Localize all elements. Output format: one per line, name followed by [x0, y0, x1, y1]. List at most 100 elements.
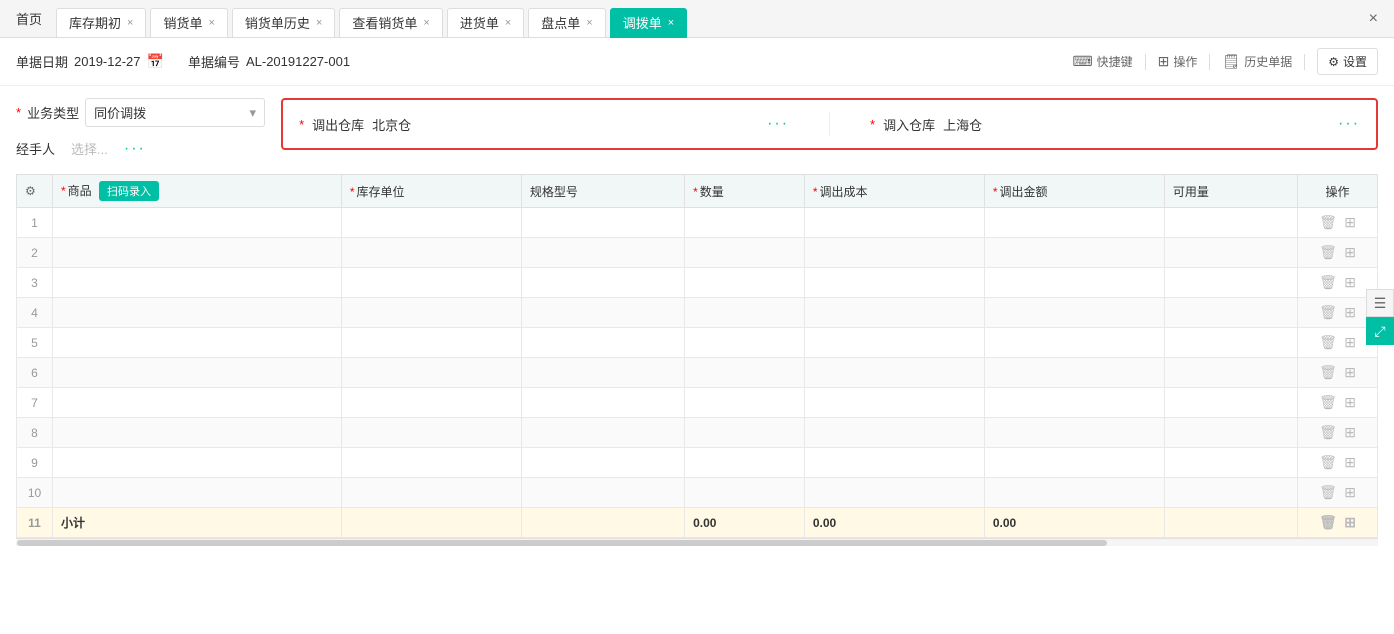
tab-purchase[interactable]: 进货单 × — [447, 8, 524, 38]
product-cell-5[interactable] — [53, 328, 342, 358]
available-cell-8[interactable] — [1164, 418, 1297, 448]
unit-cell-8[interactable] — [341, 418, 521, 448]
copy-icon-4[interactable]: ⊞ — [1344, 304, 1356, 320]
amount-cell-8[interactable] — [984, 418, 1164, 448]
tab-close-sales-history[interactable]: × — [316, 17, 322, 29]
available-cell-2[interactable] — [1164, 238, 1297, 268]
qty-cell-1[interactable] — [685, 208, 805, 238]
copy-icon-9[interactable]: ⊞ — [1344, 454, 1356, 470]
calendar-icon[interactable]: 📅 — [147, 53, 164, 70]
delete-icon-10[interactable]: 🗑 — [1319, 484, 1337, 500]
cost-cell-4[interactable] — [804, 298, 984, 328]
qty-cell-6[interactable] — [685, 358, 805, 388]
tab-close-inventory[interactable]: × — [127, 17, 133, 29]
person-more-button[interactable]: ··· — [124, 140, 146, 158]
unit-cell-6[interactable] — [341, 358, 521, 388]
product-cell-4[interactable] — [53, 298, 342, 328]
tab-close-purchase[interactable]: × — [505, 17, 511, 29]
product-cell-1[interactable] — [53, 208, 342, 238]
delete-icon-11[interactable]: 🗑 — [1319, 514, 1337, 530]
delete-icon-8[interactable]: 🗑 — [1319, 424, 1337, 440]
copy-icon-3[interactable]: ⊞ — [1344, 274, 1356, 290]
history-button[interactable]: 🗒 历史单据 — [1222, 53, 1292, 70]
operate-button[interactable]: ⊞ 操作 — [1158, 53, 1198, 70]
copy-icon-10[interactable]: ⊞ — [1344, 484, 1356, 500]
qty-cell-2[interactable] — [685, 238, 805, 268]
tab-close-check[interactable]: × — [586, 17, 592, 29]
copy-icon-7[interactable]: ⊞ — [1344, 394, 1356, 410]
available-cell-4[interactable] — [1164, 298, 1297, 328]
cost-cell-9[interactable] — [804, 448, 984, 478]
available-cell-9[interactable] — [1164, 448, 1297, 478]
unit-cell-10[interactable] — [341, 478, 521, 508]
amount-cell-10[interactable] — [984, 478, 1164, 508]
product-cell-2[interactable] — [53, 238, 342, 268]
amount-cell-2[interactable] — [984, 238, 1164, 268]
tab-close-transfer[interactable]: × — [668, 17, 674, 29]
warehouse-out-more-button[interactable]: ··· — [767, 115, 789, 133]
tab-transfer[interactable]: 调拨单 × — [610, 8, 687, 38]
tab-home[interactable]: 首页 — [4, 0, 54, 38]
settings-button[interactable]: ⚙ 设置 — [1317, 48, 1378, 75]
scan-input-button[interactable]: 扫码录入 — [99, 181, 159, 201]
product-cell-6[interactable] — [53, 358, 342, 388]
unit-cell-7[interactable] — [341, 388, 521, 418]
available-cell-7[interactable] — [1164, 388, 1297, 418]
amount-cell-4[interactable] — [984, 298, 1164, 328]
main-close-button[interactable]: × — [1357, 10, 1390, 28]
product-cell-3[interactable] — [53, 268, 342, 298]
cost-cell-8[interactable] — [804, 418, 984, 448]
unit-cell-1[interactable] — [341, 208, 521, 238]
spec-cell-10[interactable] — [521, 478, 684, 508]
scroll-bar[interactable] — [16, 538, 1378, 546]
cost-cell-3[interactable] — [804, 268, 984, 298]
cost-cell-7[interactable] — [804, 388, 984, 418]
qty-cell-9[interactable] — [685, 448, 805, 478]
tab-sales-order[interactable]: 销货单 × — [150, 8, 227, 38]
business-type-select[interactable]: 同价调拨 ▾ — [85, 98, 265, 127]
product-cell-10[interactable] — [53, 478, 342, 508]
qty-cell-10[interactable] — [685, 478, 805, 508]
amount-cell-7[interactable] — [984, 388, 1164, 418]
tab-close-view-sales[interactable]: × — [423, 17, 429, 29]
copy-icon-2[interactable]: ⊞ — [1344, 244, 1356, 260]
unit-cell-9[interactable] — [341, 448, 521, 478]
spec-cell-7[interactable] — [521, 388, 684, 418]
delete-icon-3[interactable]: 🗑 — [1319, 274, 1337, 290]
unit-cell-3[interactable] — [341, 268, 521, 298]
tab-view-sales[interactable]: 查看销货单 × — [339, 8, 442, 38]
available-cell-6[interactable] — [1164, 358, 1297, 388]
spec-cell-3[interactable] — [521, 268, 684, 298]
qty-cell-7[interactable] — [685, 388, 805, 418]
delete-icon-1[interactable]: 🗑 — [1319, 214, 1337, 230]
unit-cell-5[interactable] — [341, 328, 521, 358]
qty-cell-8[interactable] — [685, 418, 805, 448]
delete-icon-5[interactable]: 🗑 — [1319, 334, 1337, 350]
delete-icon-6[interactable]: 🗑 — [1319, 364, 1337, 380]
amount-cell-1[interactable] — [984, 208, 1164, 238]
cost-cell-1[interactable] — [804, 208, 984, 238]
copy-icon-6[interactable]: ⊞ — [1344, 364, 1356, 380]
person-input[interactable]: 选择... — [71, 139, 108, 158]
delete-icon-7[interactable]: 🗑 — [1319, 394, 1337, 410]
available-cell-1[interactable] — [1164, 208, 1297, 238]
cost-cell-6[interactable] — [804, 358, 984, 388]
available-cell-10[interactable] — [1164, 478, 1297, 508]
delete-icon-4[interactable]: 🗑 — [1319, 304, 1337, 320]
product-cell-8[interactable] — [53, 418, 342, 448]
spec-cell-4[interactable] — [521, 298, 684, 328]
spec-cell-9[interactable] — [521, 448, 684, 478]
qty-cell-3[interactable] — [685, 268, 805, 298]
tab-close-sales[interactable]: × — [208, 17, 214, 29]
amount-cell-3[interactable] — [984, 268, 1164, 298]
tab-inventory-check[interactable]: 盘点单 × — [528, 8, 605, 38]
delete-icon-2[interactable]: 🗑 — [1319, 244, 1337, 260]
amount-cell-9[interactable] — [984, 448, 1164, 478]
copy-icon-1[interactable]: ⊞ — [1344, 214, 1356, 230]
tab-inventory-init[interactable]: 库存期初 × — [56, 8, 146, 38]
product-cell-7[interactable] — [53, 388, 342, 418]
table-gear-icon[interactable]: ⚙ — [25, 184, 36, 198]
copy-icon-8[interactable]: ⊞ — [1344, 424, 1356, 440]
shortcut-button[interactable]: ⌨ 快捷键 — [1072, 53, 1132, 70]
spec-cell-6[interactable] — [521, 358, 684, 388]
